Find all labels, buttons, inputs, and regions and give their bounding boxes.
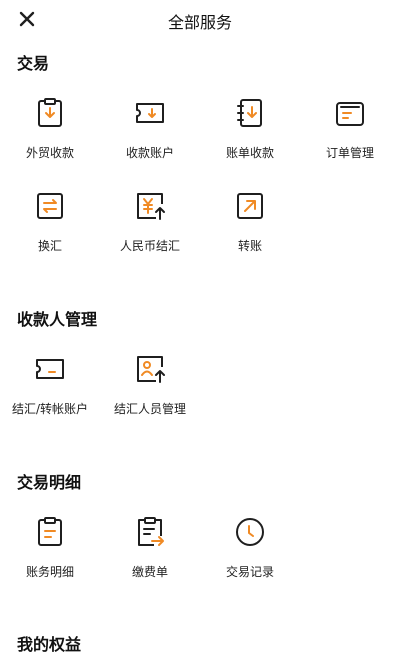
card-account-icon	[36, 359, 64, 379]
service-order-management[interactable]: 订单管理	[300, 97, 400, 167]
service-transaction-record[interactable]: 交易记录	[200, 516, 300, 586]
person-upload-icon	[137, 356, 165, 383]
service-collection-account[interactable]: 收款账户	[100, 97, 200, 167]
exchange-icon	[37, 193, 63, 219]
bill-arrow-icon	[138, 517, 164, 546]
folder-list-icon	[336, 102, 364, 126]
section-title-transaction-details: 交易明细	[17, 473, 82, 492]
service-label: 结汇人员管理	[113, 402, 186, 416]
service-payment-slip[interactable]: 缴费单	[100, 516, 200, 586]
clock-icon	[236, 518, 264, 546]
card-download-icon	[136, 103, 164, 123]
service-account-details[interactable]: 账务明细	[0, 516, 100, 586]
transfer-arrow-icon	[237, 193, 263, 219]
header: 全部服务	[0, 0, 400, 38]
service-label: 交易记录	[225, 565, 274, 579]
service-label: 订单管理	[325, 146, 374, 160]
section-title-trade: 交易	[17, 54, 50, 73]
service-label: 转账	[237, 239, 262, 253]
service-bill-collection[interactable]: 账单收款	[200, 97, 300, 167]
clipboard-download-icon	[38, 98, 62, 127]
service-currency-exchange[interactable]: 换汇	[0, 190, 100, 260]
service-settlement-transfer-account[interactable]: 结汇/转帐账户	[0, 353, 100, 423]
yuan-upload-icon	[137, 193, 165, 220]
page-title: 全部服务	[167, 13, 232, 32]
service-foreign-trade-collection[interactable]: 外贸收款	[0, 97, 100, 167]
section-title-payee-management: 收款人管理	[17, 310, 98, 329]
notebook-download-icon	[237, 99, 262, 127]
section-title-my-benefits: 我的权益	[17, 635, 82, 654]
service-rmb-settlement[interactable]: 人民币结汇	[100, 190, 200, 260]
service-transfer[interactable]: 转账	[200, 190, 300, 260]
service-settlement-personnel[interactable]: 结汇人员管理	[100, 353, 200, 423]
clipboard-list-icon	[38, 517, 62, 546]
